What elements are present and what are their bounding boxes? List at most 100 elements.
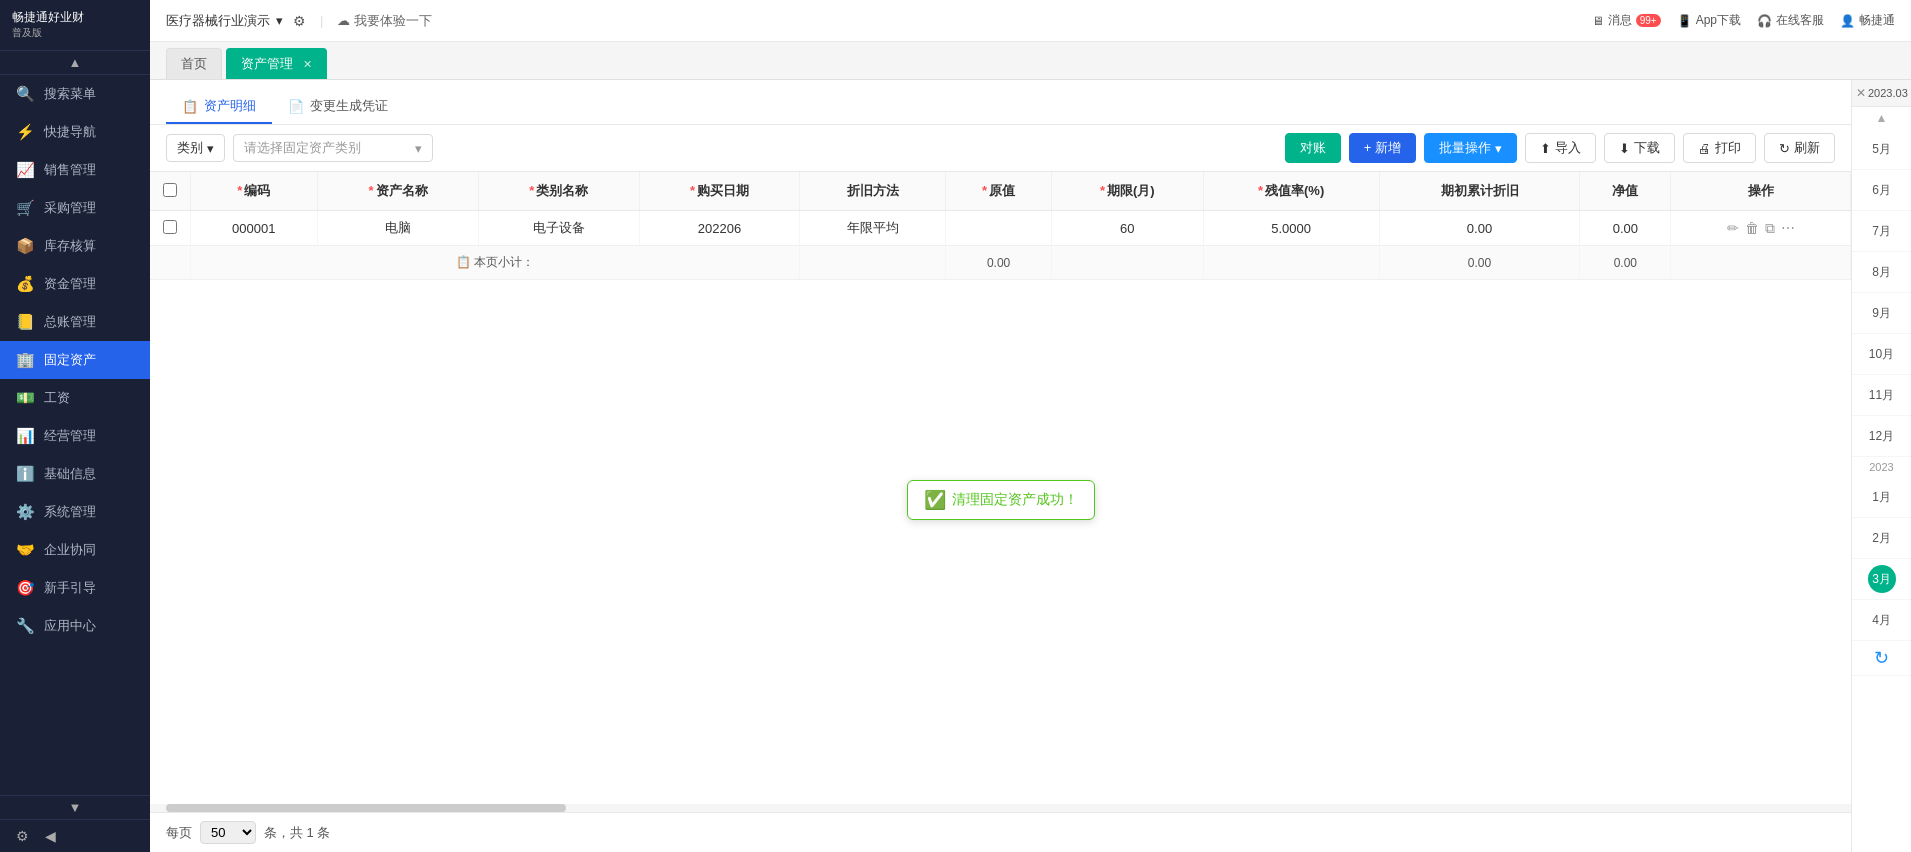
date-item-5[interactable]: 5月	[1852, 129, 1911, 170]
more-icon[interactable]: ⋯	[1781, 220, 1795, 237]
toast-check-icon: ✅	[924, 489, 946, 511]
refresh-button[interactable]: ↻ 刷新	[1764, 133, 1835, 163]
cell-category: 电子设备	[478, 211, 639, 246]
sidebar-item-工资[interactable]: 💵工资	[0, 379, 150, 417]
cell-period: 60	[1052, 211, 1204, 246]
tab-close-icon[interactable]: ✕	[303, 58, 312, 70]
menu-icon-3: 🛒	[16, 199, 34, 217]
toast-message: 清理固定资产成功！	[952, 491, 1078, 509]
tabs-bar: 首页 资产管理 ✕	[150, 42, 1911, 80]
total-label: 条，共 1 条	[264, 824, 330, 842]
message-label: 消息	[1608, 12, 1632, 29]
sidebar-item-基础信息[interactable]: ℹ️基础信息	[0, 455, 150, 493]
right-panel-close-icon[interactable]: ✕	[1856, 86, 1866, 100]
category-select-input[interactable]: 请选择固定资产类别 ▾	[233, 134, 433, 162]
sidebar-item-搜索菜单[interactable]: 🔍 搜索菜单	[0, 75, 150, 113]
right-panel: ✕ 2023.03 ⤢ ▲ 5月 6月 7月 8月 9月 10月 11月 12月…	[1851, 80, 1911, 852]
new-button[interactable]: + 新增	[1349, 133, 1416, 163]
date-item-8[interactable]: 8月	[1852, 252, 1911, 293]
download-button[interactable]: ⬇ 下载	[1604, 133, 1675, 163]
sidebar-scroll-down[interactable]: ▼	[67, 800, 83, 815]
row-checkbox[interactable]	[163, 220, 177, 234]
message-badge: 99+	[1636, 14, 1661, 27]
sidebar-item-新手引导[interactable]: 🎯新手引导	[0, 569, 150, 607]
date-item-4[interactable]: 4月	[1852, 600, 1911, 641]
date-item-10[interactable]: 10月	[1852, 334, 1911, 375]
username: 畅捷通	[1859, 12, 1895, 29]
tab-assets[interactable]: 资产管理 ✕	[226, 48, 327, 79]
menu-icon-4: 📦	[16, 237, 34, 255]
user-area[interactable]: 👤 畅捷通	[1840, 12, 1895, 29]
assets-table: *编码 *资产名称 *类别名称 *购买日期 折旧方法 *原值 *期限(月) *残…	[150, 172, 1851, 280]
experience-button[interactable]: ☁ 我要体验一下	[337, 12, 432, 30]
menu-icon-8: 💵	[16, 389, 34, 407]
menu-label-0: 搜索菜单	[44, 85, 96, 103]
menu-label-6: 总账管理	[44, 313, 96, 331]
date-item-9[interactable]: 9月	[1852, 293, 1911, 334]
sidebar-item-系统管理[interactable]: ⚙️系统管理	[0, 493, 150, 531]
settings-icon[interactable]: ⚙	[16, 828, 29, 844]
copy-icon[interactable]: ⧉	[1765, 220, 1775, 237]
date-item-1[interactable]: 1月	[1852, 477, 1911, 518]
sidebar-item-总账管理[interactable]: 📒总账管理	[0, 303, 150, 341]
menu-icon-7: 🏢	[16, 351, 34, 369]
per-page-select[interactable]: 50 100 200	[200, 821, 256, 844]
app-logo: 畅捷通好业财	[12, 10, 84, 26]
sidebar-item-经营管理[interactable]: 📊经营管理	[0, 417, 150, 455]
tab-home[interactable]: 首页	[166, 48, 222, 79]
print-button[interactable]: 🖨 打印	[1683, 133, 1756, 163]
online-service-label: 在线客服	[1776, 12, 1824, 29]
delete-icon[interactable]: 🗑	[1745, 220, 1759, 237]
refresh-icon: ↻	[1779, 141, 1790, 156]
user-avatar-icon: 👤	[1840, 14, 1855, 28]
sidebar-item-企业协同[interactable]: 🤝企业协同	[0, 531, 150, 569]
menu-icon-9: 📊	[16, 427, 34, 445]
edit-icon[interactable]: ✏	[1727, 220, 1739, 237]
date-refresh[interactable]: ↻	[1852, 641, 1911, 676]
sidebar-item-资金管理[interactable]: 💰资金管理	[0, 265, 150, 303]
sidebar-item-应用中心[interactable]: 🔧应用中心	[0, 607, 150, 645]
batch-dropdown-icon: ▾	[1495, 141, 1502, 156]
sidebar-scroll-up[interactable]: ▲	[67, 55, 83, 70]
sub-tab-voucher[interactable]: 📄 变更生成凭证	[272, 90, 404, 124]
reconcile-button[interactable]: 对账	[1285, 133, 1341, 163]
app-download-button[interactable]: 📱 App下载	[1677, 12, 1741, 29]
date-item-11[interactable]: 11月	[1852, 375, 1911, 416]
sidebar-item-快捷导航[interactable]: ⚡快捷导航	[0, 113, 150, 151]
sidebar-item-固定资产[interactable]: 🏢固定资产	[0, 341, 150, 379]
date-item-2[interactable]: 2月	[1852, 518, 1911, 559]
sidebar-item-库存核算[interactable]: 📦库存核算	[0, 227, 150, 265]
menu-label-1: 快捷导航	[44, 123, 96, 141]
sub-tab-assets-detail[interactable]: 📋 资产明细	[166, 90, 272, 124]
content-main: 📋 资产明细 📄 变更生成凭证 类别 ▾ 请选择固定资产类别 ▾	[150, 80, 1851, 852]
online-service-button[interactable]: 🎧 在线客服	[1757, 12, 1824, 29]
company-settings-icon[interactable]: ⚙	[293, 13, 306, 29]
message-button[interactable]: 🖥 消息 99+	[1592, 12, 1661, 29]
import-button[interactable]: ⬆ 导入	[1525, 133, 1596, 163]
cell-net-value: 0.00	[1580, 211, 1671, 246]
sidebar-item-采购管理[interactable]: 🛒采购管理	[0, 189, 150, 227]
cell-actions: ✏ 🗑 ⧉ ⋯	[1671, 211, 1851, 246]
header-category: *类别名称	[478, 172, 639, 211]
row-actions: ✏ 🗑 ⧉ ⋯	[1679, 220, 1842, 237]
header-actions: 操作	[1671, 172, 1851, 211]
assets-detail-icon: 📋	[182, 99, 198, 114]
date-scroll-up[interactable]: ▲	[1872, 107, 1892, 129]
date-item-7[interactable]: 7月	[1852, 211, 1911, 252]
company-selector[interactable]: 医疗器械行业演示 ▾	[166, 12, 283, 30]
batch-button[interactable]: 批量操作 ▾	[1424, 133, 1517, 163]
sub-tab-voucher-label: 变更生成凭证	[310, 97, 388, 115]
main-toolbar: 类别 ▾ 请选择固定资产类别 ▾ 对账 + 新增 批量操作 ▾	[150, 125, 1851, 172]
horizontal-scrollbar[interactable]	[150, 804, 1851, 812]
collapse-icon[interactable]: ◀	[45, 828, 56, 844]
date-item-6[interactable]: 6月	[1852, 170, 1911, 211]
scroll-thumb[interactable]	[166, 804, 566, 812]
date-item-12[interactable]: 12月	[1852, 416, 1911, 457]
category-filter[interactable]: 类别 ▾	[166, 134, 225, 162]
sidebar-item-销售管理[interactable]: 📈销售管理	[0, 151, 150, 189]
menu-icon-0: 🔍	[16, 85, 34, 103]
download-icon: ⬇	[1619, 141, 1630, 156]
date-item-3-active[interactable]: 3月	[1852, 559, 1911, 600]
sidebar-bottom: ⚙ ◀	[0, 819, 150, 852]
select-all-checkbox[interactable]	[163, 183, 177, 197]
